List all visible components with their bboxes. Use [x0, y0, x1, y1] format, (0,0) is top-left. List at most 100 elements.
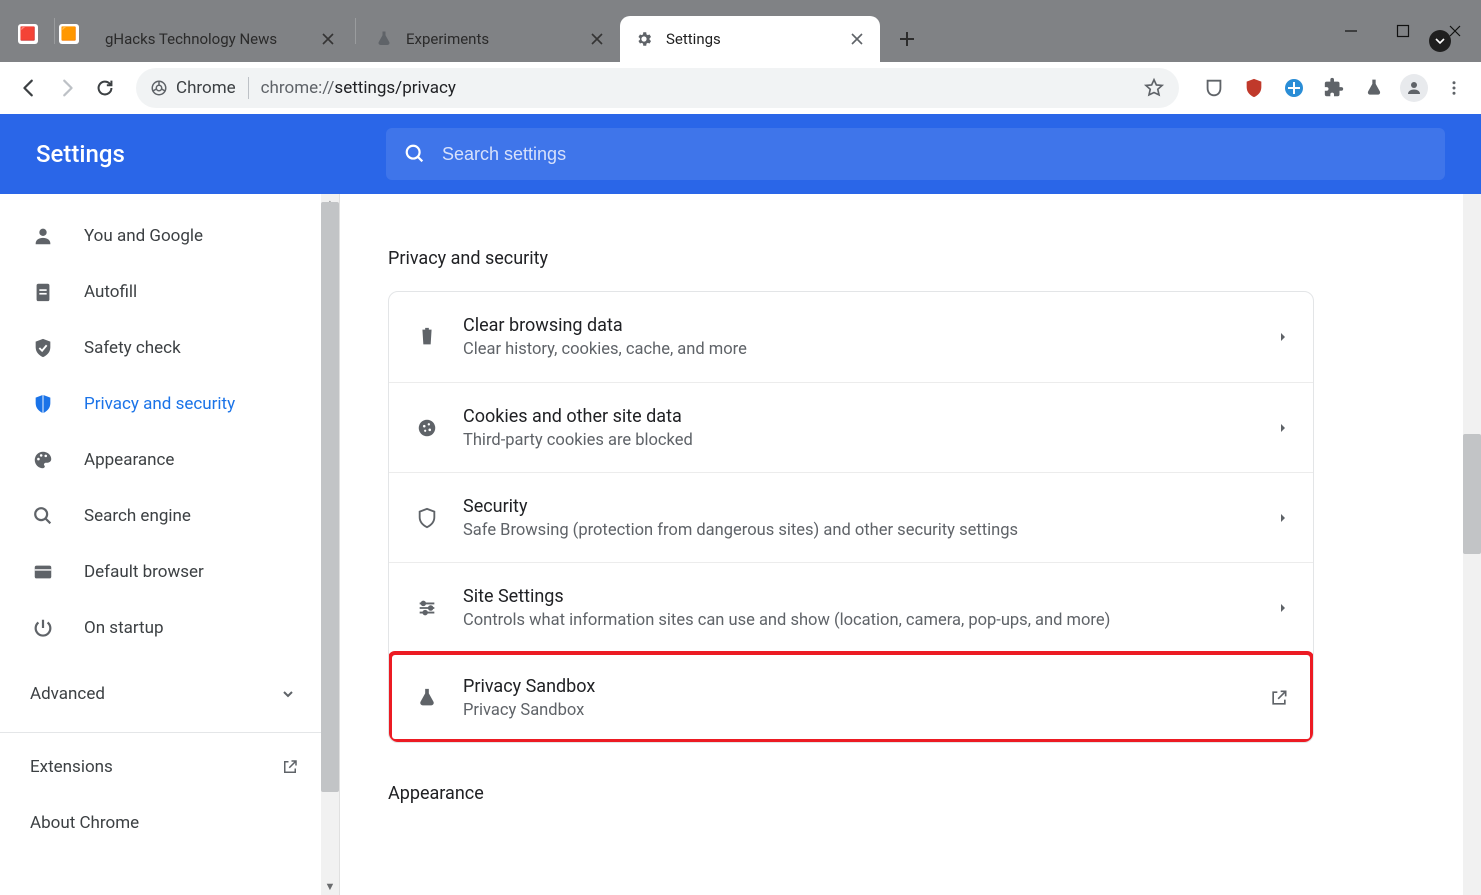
row-privacy-sandbox[interactable]: Privacy Sandbox Privacy Sandbox — [389, 652, 1313, 742]
sidebar-scrollbar[interactable]: ▲ ▼ — [321, 194, 339, 895]
browser-tab-experiments[interactable]: Experiments — [360, 16, 620, 62]
close-icon[interactable] — [319, 30, 337, 48]
settings-header: Settings — [0, 114, 1481, 194]
sidebar-item-default-browser[interactable]: Default browser — [0, 544, 313, 600]
minimize-button[interactable] — [1325, 11, 1377, 51]
sidebar-item-privacy-security[interactable]: Privacy and security — [0, 376, 313, 432]
search-icon — [404, 143, 426, 165]
browser-tab-ghacks[interactable]: gHacks Technology News — [91, 16, 351, 62]
browser-tab-settings[interactable]: Settings — [620, 16, 880, 62]
scrollbar-thumb[interactable] — [321, 202, 339, 792]
row-title: Site Settings — [463, 586, 1255, 607]
bookmark-star-icon[interactable] — [1143, 77, 1165, 99]
row-desc: Third-party cookies are blocked — [463, 431, 1255, 450]
open-external-icon — [281, 758, 299, 776]
close-icon[interactable] — [588, 30, 606, 48]
sidebar-item-label: Safety check — [84, 338, 181, 358]
row-clear-browsing-data[interactable]: Clear browsing data Clear history, cooki… — [389, 292, 1313, 382]
browser-window-icon — [30, 559, 56, 585]
pinned-tab-favicon-2[interactable]: 🟧 — [59, 24, 79, 44]
sidebar-item-on-startup[interactable]: On startup — [0, 600, 313, 656]
omnibox[interactable]: Chrome chrome://settings/privacy — [136, 68, 1179, 108]
extensions-puzzle-icon[interactable] — [1317, 71, 1351, 105]
sidebar-item-appearance[interactable]: Appearance — [0, 432, 313, 488]
tab-strip: 🟥 🟧 gHacks Technology News Experiments — [0, 0, 1481, 62]
trash-icon — [413, 323, 441, 351]
chrome-icon — [150, 79, 168, 97]
sidebar-advanced[interactable]: Advanced — [0, 666, 339, 722]
separator — [248, 77, 249, 99]
cookie-icon — [413, 414, 441, 442]
palette-icon — [30, 447, 56, 473]
row-site-settings[interactable]: Site Settings Controls what information … — [389, 562, 1313, 652]
main-content: Privacy and security Clear browsing data… — [340, 194, 1481, 895]
gear-icon — [634, 29, 654, 49]
sidebar-extensions-label: Extensions — [30, 757, 113, 777]
flask-icon[interactable] — [1357, 71, 1391, 105]
profile-avatar[interactable] — [1397, 71, 1431, 105]
scrollbar-thumb[interactable] — [1463, 434, 1481, 554]
shield-icon — [30, 391, 56, 417]
person-icon — [30, 223, 56, 249]
pinned-tab-favicon[interactable]: 🟥 — [18, 24, 38, 44]
settings-body: You and Google Autofill Safety check Pri… — [0, 194, 1481, 895]
circle-blue-icon[interactable] — [1277, 71, 1311, 105]
row-security[interactable]: Security Safe Browsing (protection from … — [389, 472, 1313, 562]
pinned-favicons: 🟥 — [18, 24, 38, 62]
shield-icon — [413, 504, 441, 532]
maximize-button[interactable] — [1377, 11, 1429, 51]
sidebar-extensions[interactable]: Extensions — [0, 739, 339, 795]
sidebar-item-you-and-google[interactable]: You and Google — [0, 208, 313, 264]
url-text: chrome://settings/privacy — [261, 78, 456, 98]
section-title-privacy: Privacy and security — [388, 248, 1314, 269]
tab-separator — [54, 18, 55, 44]
open-external-icon — [1269, 688, 1289, 708]
search-input[interactable] — [442, 144, 1427, 165]
row-title: Privacy Sandbox — [463, 676, 1247, 697]
row-desc: Safe Browsing (protection from dangerous… — [463, 521, 1255, 540]
sidebar-about-chrome[interactable]: About Chrome — [0, 795, 339, 851]
chevron-right-icon — [1277, 422, 1289, 434]
close-window-button[interactable] — [1429, 11, 1481, 51]
separator — [0, 732, 339, 733]
browser-toolbar: Chrome chrome://settings/privacy — [0, 62, 1481, 114]
scroll-down-icon[interactable]: ▼ — [321, 877, 339, 895]
row-cookies[interactable]: Cookies and other site data Third-party … — [389, 382, 1313, 472]
chevron-right-icon — [1277, 512, 1289, 524]
site-chip[interactable]: Chrome — [150, 78, 236, 98]
close-icon[interactable] — [848, 30, 866, 48]
titlebar: 🟥 🟧 gHacks Technology News Experiments — [0, 0, 1481, 62]
main-scrollbar[interactable] — [1463, 194, 1481, 895]
sidebar-advanced-label: Advanced — [30, 684, 105, 704]
row-desc: Controls what information sites can use … — [463, 611, 1255, 630]
privacy-card: Clear browsing data Clear history, cooki… — [388, 291, 1314, 743]
power-icon — [30, 615, 56, 641]
row-desc: Privacy Sandbox — [463, 701, 1247, 720]
tab-title: Experiments — [406, 30, 576, 48]
sliders-icon — [413, 594, 441, 622]
shield-check-icon — [30, 335, 56, 361]
sidebar-item-label: You and Google — [84, 226, 203, 246]
sidebar-item-safety-check[interactable]: Safety check — [0, 320, 313, 376]
ublock-icon[interactable] — [1197, 71, 1231, 105]
new-tab-button[interactable] — [890, 22, 924, 56]
extension-icons — [1197, 71, 1471, 105]
chevron-right-icon — [1277, 602, 1289, 614]
sidebar-item-search-engine[interactable]: Search engine — [0, 488, 313, 544]
tab-title: Settings — [666, 30, 836, 48]
section-title-appearance: Appearance — [388, 783, 1314, 804]
sidebar-item-autofill[interactable]: Autofill — [0, 264, 313, 320]
sidebar: You and Google Autofill Safety check Pri… — [0, 194, 340, 895]
sidebar-item-label: Appearance — [84, 450, 174, 470]
tab-title: gHacks Technology News — [105, 30, 307, 48]
reload-button[interactable] — [86, 69, 124, 107]
row-title: Clear browsing data — [463, 315, 1255, 336]
page-title: Settings — [36, 140, 346, 168]
search-settings[interactable] — [386, 128, 1445, 180]
pinned-favicons-2: 🟧 — [59, 24, 79, 62]
forward-button[interactable] — [48, 69, 86, 107]
site-chip-label: Chrome — [176, 78, 236, 98]
kebab-menu-icon[interactable] — [1437, 71, 1471, 105]
back-button[interactable] — [10, 69, 48, 107]
shield-red-icon[interactable] — [1237, 71, 1271, 105]
